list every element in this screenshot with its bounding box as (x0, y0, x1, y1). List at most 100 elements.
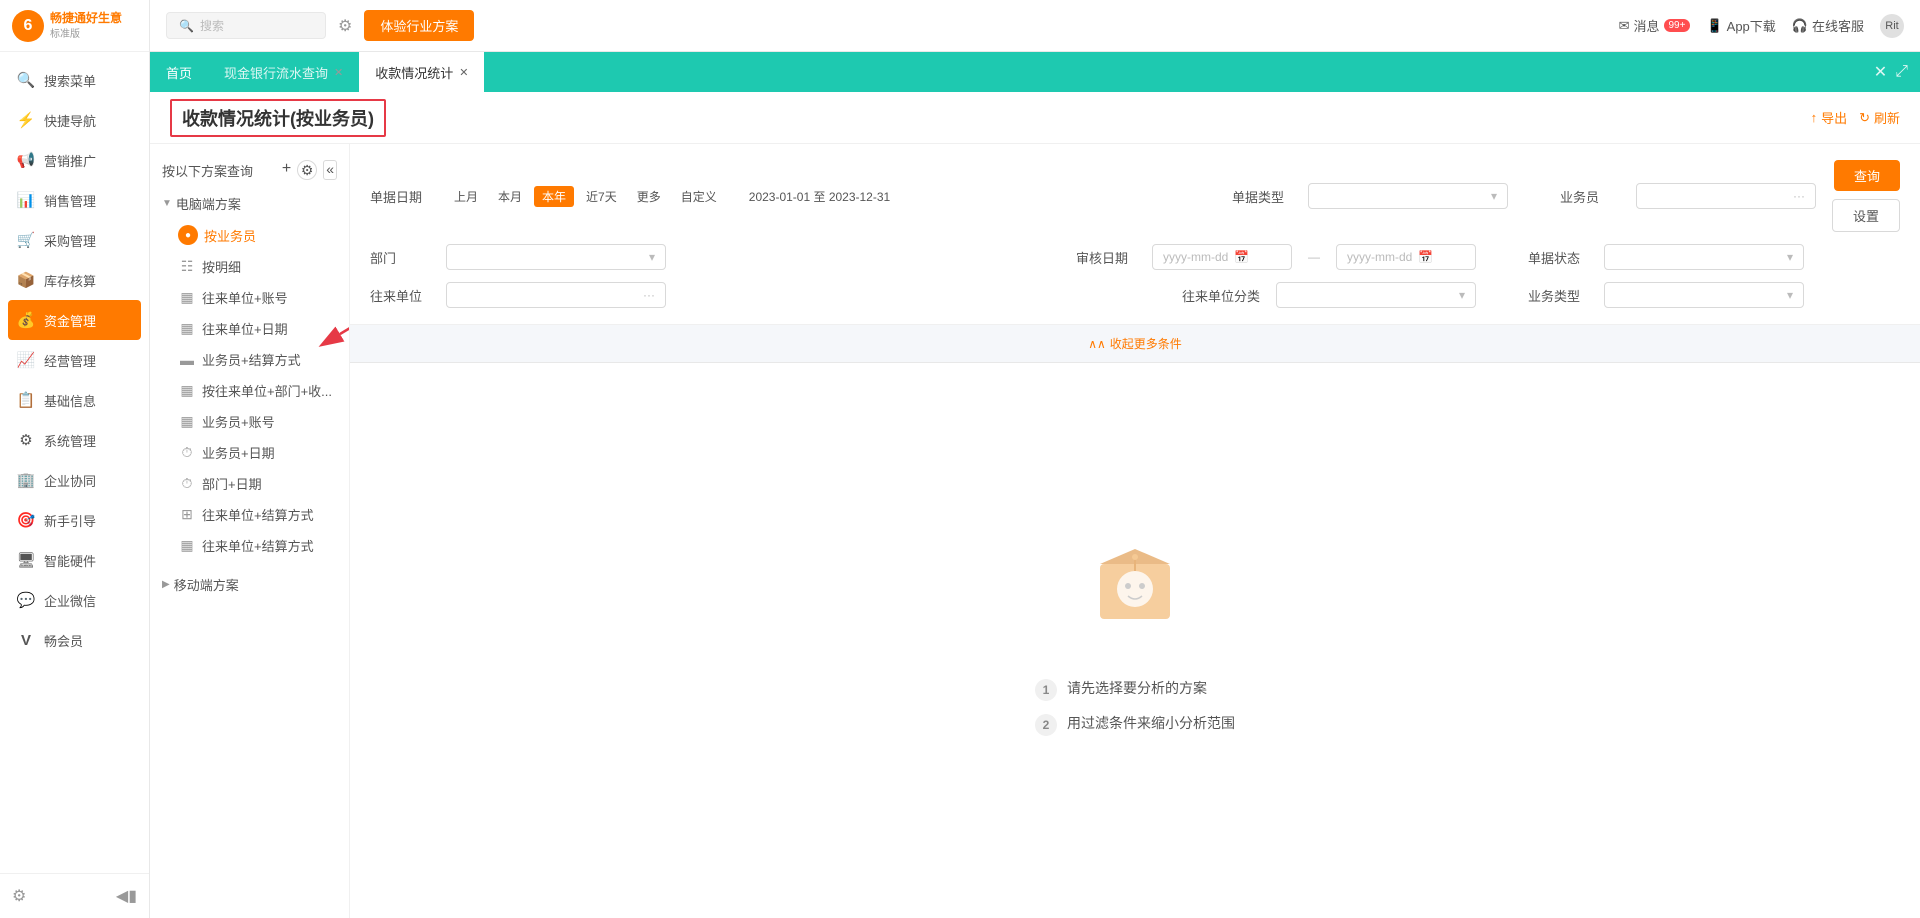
tree-item-unit-date[interactable]: ▦ 往来单位+日期 (150, 313, 349, 344)
review-date-end[interactable]: yyyy-mm-dd 📅 (1336, 244, 1476, 270)
doc-status-chevron-icon: ▾ (1787, 250, 1793, 264)
mobile-section-parent[interactable]: ▶ 移动端方案 (150, 569, 349, 600)
trial-button[interactable]: 体验行业方案 (364, 10, 474, 41)
mobile-section: ▶ 移动端方案 (150, 569, 349, 608)
dept-label: 部门 (370, 248, 430, 267)
settings-button[interactable]: 设置 (1832, 199, 1900, 232)
empty-step-2: 2 用过滤条件来缩小分析范围 (1035, 713, 1235, 736)
doc-type-select[interactable]: ▾ (1308, 183, 1508, 209)
tab-home[interactable]: 首页 (150, 52, 208, 92)
online-service-action[interactable]: 🎧 在线客服 (1792, 16, 1864, 35)
search-placeholder: 搜索 (200, 17, 224, 34)
tree-item-by-staff[interactable]: ● 按业务员 (150, 219, 349, 251)
tree-item-unit-dept-collect[interactable]: ▦ 按往来单位+部门+收... (150, 375, 349, 406)
content-area: 按以下方案查询 + ⚙ « ▼ 电脑端方案 (150, 144, 1920, 918)
sidebar-item-system[interactable]: ⚙ 系统管理 (0, 420, 149, 460)
sidebar-item-capital[interactable]: 💰 资金管理 (8, 300, 141, 340)
tree-item-icon: ⊞ (178, 506, 196, 524)
sidebar-item-label: 智能硬件 (44, 551, 96, 570)
sidebar-bottom: ⚙ ◀▮ (0, 873, 149, 918)
sidebar-item-guide[interactable]: 🎯 新手引导 (0, 500, 149, 540)
sidebar-collapse-btn[interactable]: ◀▮ (116, 886, 137, 906)
page-actions: ↑ 导出 ↻ 刷新 (1811, 108, 1900, 127)
sidebar-item-sales[interactable]: 📊 销售管理 (0, 180, 149, 220)
app-download-action[interactable]: 📱 App下载 (1706, 16, 1775, 35)
desktop-section-parent[interactable]: ▼ 电脑端方案 (150, 188, 349, 219)
tree-item-icon: ☷ (178, 258, 196, 276)
panel-collapse-btn[interactable]: « (323, 160, 337, 180)
dept-chevron-icon: ▾ (649, 250, 655, 264)
user-avatar[interactable]: Rit (1880, 14, 1904, 38)
tree-item-staff-date[interactable]: ⏱ 业务员+日期 (150, 437, 349, 468)
tab-collection-stats-label: 收款情况统计 (375, 63, 453, 82)
biz-type-chevron-icon: ▾ (1787, 288, 1793, 302)
sidebar-item-operations[interactable]: 📈 经营管理 (0, 340, 149, 380)
sidebar-item-enterprise[interactable]: 🏢 企业协同 (0, 460, 149, 500)
sidebar-item-member[interactable]: V 畅会员 (0, 620, 149, 660)
tree-item-staff-account[interactable]: ▦ 业务员+账号 (150, 406, 349, 437)
fullscreen-btn[interactable]: ⤢ (1895, 63, 1908, 81)
collapse-bar[interactable]: ∧∧ 收起更多条件 (350, 325, 1920, 363)
date-tab-this-month[interactable]: 本月 (490, 186, 530, 207)
date-tab-this-year[interactable]: 本年 (534, 186, 574, 207)
tab-collection-stats-close[interactable]: ✕ (459, 66, 468, 79)
tree-item-unit-settle1[interactable]: ⊞ 往来单位+结算方式 (150, 499, 349, 530)
topbar-search-box[interactable]: 🔍 搜索 (166, 12, 326, 39)
tab-collection-stats[interactable]: 收款情况统计 ✕ (359, 52, 484, 92)
sidebar-item-label: 资金管理 (44, 311, 96, 330)
review-date-start[interactable]: yyyy-mm-dd 📅 (1152, 244, 1292, 270)
date-range: 2023-01-01 至 2023-12-31 (749, 188, 890, 205)
message-action[interactable]: ✉ 消息 99+ (1619, 16, 1691, 35)
tree-item-icon: ⏱ (178, 444, 196, 462)
sidebar-item-hardware[interactable]: 🖥 智能硬件 (0, 540, 149, 580)
panel-settings-btn[interactable]: ⚙ (297, 160, 317, 180)
tree-item-icon: ▦ (178, 413, 196, 431)
tree-item-icon: ▦ (178, 320, 196, 338)
biz-type-select[interactable]: ▾ (1604, 282, 1804, 308)
sidebar-item-quick-nav[interactable]: ⚡ 快捷导航 (0, 100, 149, 140)
sidebar-item-wechat[interactable]: 💬 企业微信 (0, 580, 149, 620)
filter-row-3: 往来单位 ··· 往来单位分类 ▾ (370, 282, 1900, 308)
export-button[interactable]: ↑ 导出 (1811, 108, 1848, 127)
tree-item-by-detail[interactable]: ☷ 按明细 (150, 251, 349, 282)
salesman-input[interactable]: ··· (1636, 183, 1816, 209)
sidebar-item-label: 系统管理 (44, 431, 96, 450)
tab-bank-flow-close[interactable]: ✕ (334, 66, 343, 79)
tree-item-unit-settle2[interactable]: ▦ 往来单位+结算方式 (150, 530, 349, 561)
sidebar-item-search-menu[interactable]: 🔍 搜索菜单 (0, 60, 149, 100)
refresh-button[interactable]: ↻ 刷新 (1859, 108, 1900, 127)
step-1-num: 1 (1035, 679, 1057, 701)
sidebar-item-basic[interactable]: 📋 基础信息 (0, 380, 149, 420)
review-date-start-placeholder: yyyy-mm-dd (1163, 250, 1228, 264)
quick-nav-icon: ⚡ (16, 110, 36, 130)
download-icon: 📱 (1706, 18, 1722, 34)
tree-item-staff-settle[interactable]: ▬ 业务员+结算方式 (150, 344, 349, 375)
tree-item-unit-account[interactable]: ▦ 往来单位+账号 (150, 282, 349, 313)
topbar-settings-icon[interactable]: ⚙ (338, 16, 352, 36)
date-tab-more[interactable]: 更多 (629, 186, 669, 207)
message-label: 消息 (1633, 16, 1659, 35)
sidebar-settings-btn[interactable]: ⚙ (12, 886, 26, 906)
date-tab-last-month[interactable]: 上月 (446, 186, 486, 207)
doc-status-select[interactable]: ▾ (1604, 244, 1804, 270)
date-tab-custom[interactable]: 自定义 (673, 186, 725, 207)
sidebar-item-inventory[interactable]: 📦 库存核算 (0, 260, 149, 300)
tree-item-dept-date[interactable]: ⏱ 部门+日期 (150, 468, 349, 499)
app-logo: 6 畅捷通好生意 标准版 (0, 0, 149, 52)
unit-input[interactable]: ··· (446, 282, 666, 308)
tree-item-icon: ▦ (178, 289, 196, 307)
query-button[interactable]: 查询 (1834, 160, 1900, 191)
tab-bank-flow[interactable]: 现金银行流水查询 ✕ (208, 52, 359, 92)
date-tab-7days[interactable]: 近7天 (578, 186, 625, 207)
salesman-label: 业务员 (1560, 187, 1620, 206)
unit-type-select[interactable]: ▾ (1276, 282, 1476, 308)
sidebar-item-purchase[interactable]: 🛒 采购管理 (0, 220, 149, 260)
dept-select[interactable]: ▾ (446, 244, 666, 270)
empty-illustration (1075, 534, 1195, 654)
sidebar-item-label: 畅会员 (44, 631, 83, 650)
sidebar-item-marketing[interactable]: 📢 营销推广 (0, 140, 149, 180)
panel-add-btn[interactable]: + (282, 160, 291, 180)
step-1-text: 请先选择要分析的方案 (1067, 678, 1207, 698)
empty-steps: 1 请先选择要分析的方案 2 用过滤条件来缩小分析范围 (1035, 678, 1235, 748)
close-all-tabs-btn[interactable]: ✕ (1874, 62, 1887, 82)
